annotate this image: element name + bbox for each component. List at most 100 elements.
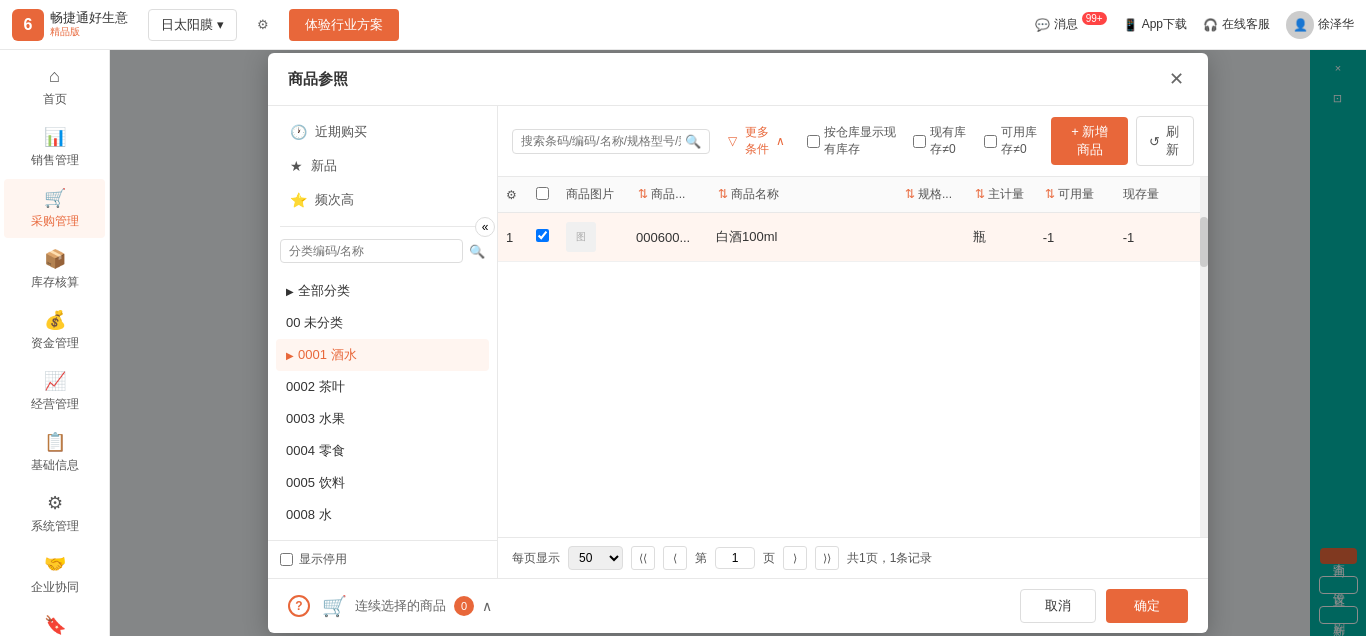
category-0001[interactable]: ▶ 0001 酒水 (276, 339, 489, 371)
sidebar-item-inventory[interactable]: 📦 库存核算 (4, 240, 105, 299)
sidebar-item-system[interactable]: ⚙ 系统管理 (4, 484, 105, 543)
show-disabled-checkbox[interactable] (280, 553, 293, 566)
available-ne0-checkbox-input[interactable] (984, 135, 997, 148)
clock-icon: 🕐 (290, 124, 307, 140)
modal-footer: ? 🛒 连续选择的商品 0 ∧ 取消 确定 (268, 578, 1208, 633)
category-0004-label: 0004 零食 (286, 442, 345, 460)
sidebar-item-operations[interactable]: 📈 经营管理 (4, 362, 105, 421)
user-avatar[interactable]: 👤 徐泽华 (1286, 11, 1354, 39)
add-product-btn[interactable]: + 新增商品 (1051, 117, 1128, 165)
table-row[interactable]: 1 图 000600... 白 (498, 213, 1208, 262)
sort-icon-code: ⇅ (638, 187, 648, 201)
sidebar-item-guide[interactable]: 🔖 新手引导 (4, 606, 105, 636)
logo-sub: 精品版 (50, 25, 128, 39)
td-available: -1 (1035, 213, 1115, 262)
tab-new-products[interactable]: ★ 新品 (280, 150, 485, 182)
select-all-checkbox[interactable] (536, 187, 549, 200)
first-page-btn[interactable]: ⟨⟨ (631, 546, 655, 570)
modal-close-btn[interactable]: ✕ (1164, 67, 1188, 91)
th-name[interactable]: ⇅ 商品名称 (708, 177, 895, 213)
category-search-icon[interactable]: 🔍 (469, 244, 485, 259)
sidebar-item-basics[interactable]: 📋 基础信息 (4, 423, 105, 482)
next-page-btn[interactable]: ⟩ (783, 546, 807, 570)
filter-checkboxes: 按仓库显示现有库存 现有库存≠0 可用库存≠0 (807, 124, 1043, 158)
experience-btn[interactable]: 体验行业方案 (289, 9, 399, 41)
category-0005[interactable]: 0005 饮料 (276, 467, 489, 499)
category-0004[interactable]: 0004 零食 (276, 435, 489, 467)
modal-left-panel: 🕐 近期购买 ★ 新品 ⭐ 频次高 (268, 106, 498, 578)
sidebar-item-home[interactable]: ⌂ 首页 (4, 58, 105, 116)
tab-recent-purchase[interactable]: 🕐 近期购买 (280, 116, 485, 148)
search-icon[interactable]: 🔍 (685, 134, 701, 149)
avatar-circle: 👤 (1286, 11, 1314, 39)
page-size-select[interactable]: 50 100 200 (568, 546, 623, 570)
cart-collapse-icon[interactable]: ∧ (482, 598, 492, 614)
th-spec[interactable]: ⇅ 规格... (895, 177, 965, 213)
app-download-btn[interactable]: 📱 App下载 (1123, 16, 1187, 33)
modal-right-panel: 🔍 ▽ 更多条件 ∧ 按仓库显示现有库存 (498, 106, 1208, 578)
stock-ne0-checkbox-input[interactable] (913, 135, 926, 148)
sidebar-label-finance: 资金管理 (31, 335, 79, 352)
page-number-input[interactable] (715, 547, 755, 569)
scrollbar-thumb[interactable] (1200, 217, 1208, 267)
star-icon: ★ (290, 158, 303, 174)
show-disabled-label[interactable]: 显示停用 (299, 551, 347, 568)
pagination-bar: 每页显示 50 100 200 ⟨⟨ ⟨ 第 页 (498, 537, 1208, 578)
last-page-btn[interactable]: ⟩⟩ (815, 546, 839, 570)
collapse-panel-btn[interactable]: « (475, 217, 495, 237)
modal-left-footer: 显示停用 (268, 540, 497, 578)
sidebar-item-collab[interactable]: 🤝 企业协同 (4, 545, 105, 604)
column-settings-icon[interactable]: ⚙ (506, 188, 517, 202)
expand-icon: ▶ (286, 286, 294, 297)
product-search-input[interactable] (521, 134, 681, 148)
category-0008[interactable]: 0008 水 (276, 499, 489, 531)
category-all[interactable]: ▶ 全部分类 (276, 275, 489, 307)
category-0002[interactable]: 0002 茶叶 (276, 371, 489, 403)
right-toolbar: 🔍 ▽ 更多条件 ∧ 按仓库显示现有库存 (498, 106, 1208, 177)
stock-ne0-label: 现有库存≠0 (930, 124, 972, 158)
customer-service-btn[interactable]: 🎧 在线客服 (1203, 16, 1270, 33)
table-scroll[interactable]: ⚙ 商品图片 ⇅ 商品... (498, 177, 1208, 537)
page-label: 第 (695, 550, 707, 567)
prev-page-btn[interactable]: ⟨ (663, 546, 687, 570)
operations-icon: 📈 (44, 370, 66, 392)
page-unit: 页 (763, 550, 775, 567)
tab-freq-label: 频次高 (315, 191, 354, 209)
filter-icon: ▽ (728, 134, 737, 148)
tab-frequent[interactable]: ⭐ 频次高 (280, 184, 485, 216)
category-search-input[interactable] (280, 239, 463, 263)
sidebar-item-purchase[interactable]: 🛒 采购管理 (4, 179, 105, 238)
message-btn[interactable]: 💬 消息 99+ (1035, 16, 1107, 33)
sidebar-label-home: 首页 (43, 91, 67, 108)
basics-icon: 📋 (44, 431, 66, 453)
td-code: 000600... (628, 213, 708, 262)
sort-icon-spec: ⇅ (905, 187, 915, 201)
category-00[interactable]: 00 未分类 (276, 307, 489, 339)
cancel-btn[interactable]: 取消 (1020, 589, 1096, 623)
filter-arrow-icon: ∧ (776, 134, 785, 148)
th-available[interactable]: ⇅ 可用量 (1035, 177, 1115, 213)
th-code[interactable]: ⇅ 商品... (628, 177, 708, 213)
sidebar-item-sales[interactable]: 📊 销售管理 (4, 118, 105, 177)
filter-btn[interactable]: ▽ 更多条件 ∧ (718, 119, 795, 163)
home-icon: ⌂ (49, 66, 60, 87)
warehouse-checkbox-input[interactable] (807, 135, 820, 148)
filter-label: 更多条件 (741, 124, 772, 158)
checkbox-stock-ne0[interactable]: 现有库存≠0 (913, 124, 972, 158)
branch-dropdown[interactable]: 日太阳膜 ▾ (148, 9, 237, 41)
category-0010[interactable]: 0010 家电 (276, 531, 489, 540)
confirm-btn[interactable]: 确定 (1106, 589, 1188, 623)
th-settings[interactable]: ⚙ (498, 177, 528, 213)
row-checkbox[interactable] (536, 229, 549, 242)
checkbox-available-ne0[interactable]: 可用库存≠0 (984, 124, 1043, 158)
system-icon: ⚙ (47, 492, 63, 514)
refresh-product-btn[interactable]: ↺ 刷新 (1136, 116, 1194, 166)
sidebar-item-finance[interactable]: 💰 资金管理 (4, 301, 105, 360)
category-0003[interactable]: 0003 水果 (276, 403, 489, 435)
td-checkbox (528, 213, 558, 262)
help-icon[interactable]: ? (288, 595, 310, 617)
checkbox-warehouse[interactable]: 按仓库显示现有库存 (807, 124, 901, 158)
product-reference-modal: 商品参照 ✕ 🕐 近期购买 ★ (268, 53, 1208, 633)
settings-icon[interactable]: ⚙ (247, 9, 279, 41)
th-unit[interactable]: ⇅ 主计量 (965, 177, 1035, 213)
